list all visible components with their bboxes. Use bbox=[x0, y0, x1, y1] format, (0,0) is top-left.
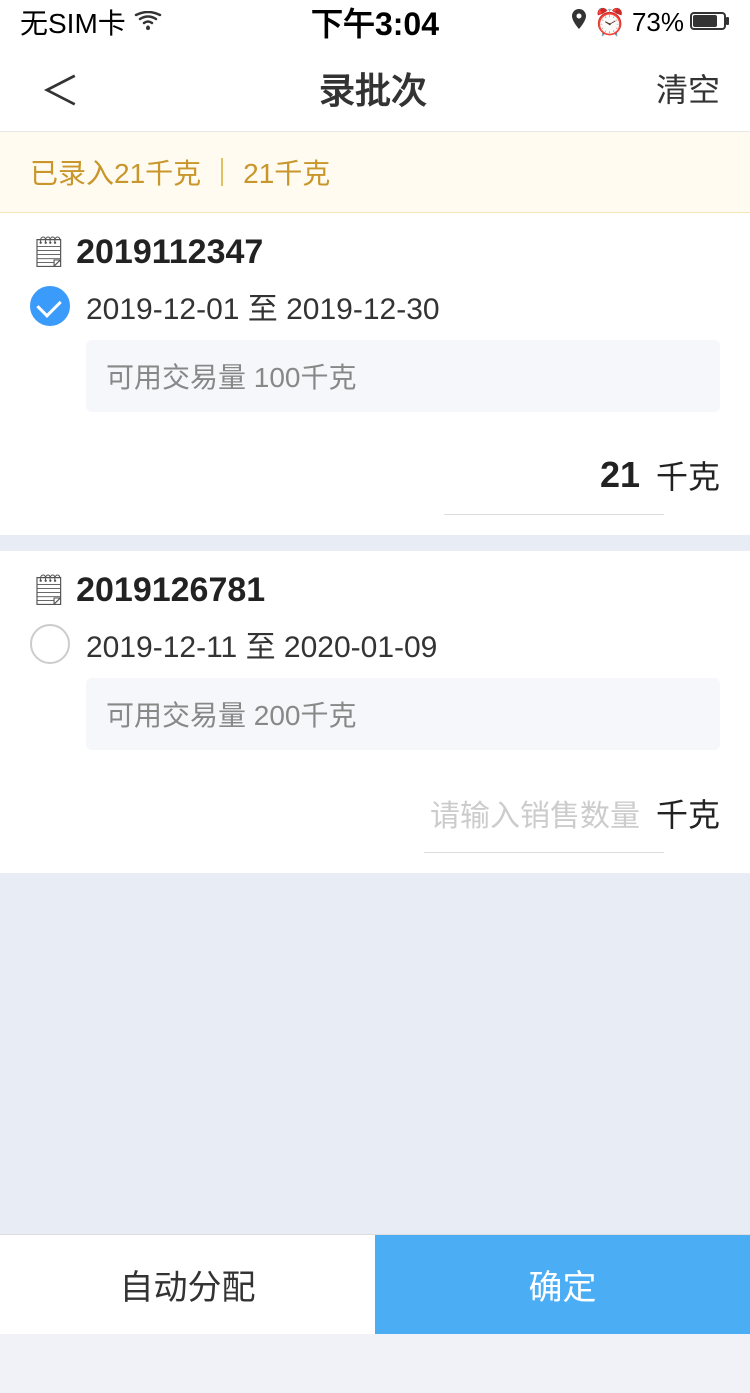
status-time: 下午3:04 bbox=[311, 0, 439, 45]
radio-btn-1[interactable] bbox=[30, 286, 70, 326]
qty-row-1: 21 千克 bbox=[0, 432, 750, 514]
batch-id-text-1: 2019112347 bbox=[76, 233, 263, 272]
section-divider bbox=[0, 535, 750, 551]
confirm-button[interactable]: 确定 bbox=[375, 1235, 750, 1334]
batch-date-text-2: 2019-12-11 至 2020-01-09 bbox=[86, 622, 437, 666]
location-icon bbox=[570, 7, 588, 38]
batch-date-text-1: 2019-12-01 至 2019-12-30 bbox=[86, 284, 440, 328]
batch-id-row-2: 🗒 2019126781 bbox=[30, 571, 720, 610]
qty-value-1: 21 bbox=[600, 454, 640, 496]
clear-button[interactable]: 清空 bbox=[656, 65, 720, 111]
auto-distribute-button[interactable]: 自动分配 bbox=[0, 1235, 375, 1334]
wifi-icon bbox=[134, 6, 162, 38]
battery-icon bbox=[690, 7, 730, 38]
batch-section-2: 🗒 2019126781 2019-12-11 至 2020-01-09 可用交… bbox=[0, 551, 750, 873]
status-left: 无SIM卡 bbox=[20, 2, 162, 42]
qty-input-row-2[interactable]: 请输入销售数量 千克 bbox=[0, 770, 750, 852]
status-bar: 无SIM卡 下午3:04 ⏰ 73% bbox=[0, 0, 750, 44]
info-banner: 已录入21千克 21千克 bbox=[0, 132, 750, 213]
batch-avail-row-1: 可用交易量 100千克 bbox=[86, 340, 720, 412]
batch-item-2: 🗒 2019126781 2019-12-11 至 2020-01-09 可用交… bbox=[0, 551, 750, 770]
batch-date-row-1[interactable]: 2019-12-01 至 2019-12-30 bbox=[30, 284, 720, 328]
recorded-label: 已录入21千克 bbox=[30, 152, 201, 192]
info-divider bbox=[221, 158, 223, 186]
batch-avail-text-2: 可用交易量 200千克 bbox=[106, 700, 357, 731]
gray-area bbox=[0, 873, 750, 1293]
document-icon-2: 🗒 bbox=[30, 573, 68, 608]
nav-bar: ＜ 录批次 清空 bbox=[0, 44, 750, 132]
alarm-icon: ⏰ bbox=[594, 7, 626, 38]
batch-section-1: 🗒 2019112347 2019-12-01 至 2019-12-30 可用交… bbox=[0, 213, 750, 535]
battery-text: 73% bbox=[632, 7, 684, 38]
document-icon-1: 🗒 bbox=[30, 235, 68, 270]
back-button[interactable]: ＜ bbox=[30, 49, 90, 127]
bottom-bar: 自动分配 确定 bbox=[0, 1234, 750, 1334]
batch-avail-row-2: 可用交易量 200千克 bbox=[86, 678, 720, 750]
batch-date-row-2[interactable]: 2019-12-11 至 2020-01-09 bbox=[30, 622, 720, 666]
qty-unit-1: 千克 bbox=[656, 452, 720, 498]
batch-item-1: 🗒 2019112347 2019-12-01 至 2019-12-30 可用交… bbox=[0, 213, 750, 432]
batch-id-text-2: 2019126781 bbox=[76, 571, 265, 610]
batch-avail-text-1: 可用交易量 100千克 bbox=[106, 362, 357, 393]
carrier-text: 无SIM卡 bbox=[20, 2, 126, 42]
batch-id-row-1: 🗒 2019112347 bbox=[30, 233, 720, 272]
radio-btn-2[interactable] bbox=[30, 624, 70, 664]
page-title: 录批次 bbox=[319, 62, 427, 114]
recorded-value: 21千克 bbox=[243, 152, 330, 192]
qty-placeholder-2: 请输入销售数量 bbox=[430, 791, 640, 835]
status-right: ⏰ 73% bbox=[570, 7, 730, 38]
qty-unit-2: 千克 bbox=[656, 790, 720, 836]
